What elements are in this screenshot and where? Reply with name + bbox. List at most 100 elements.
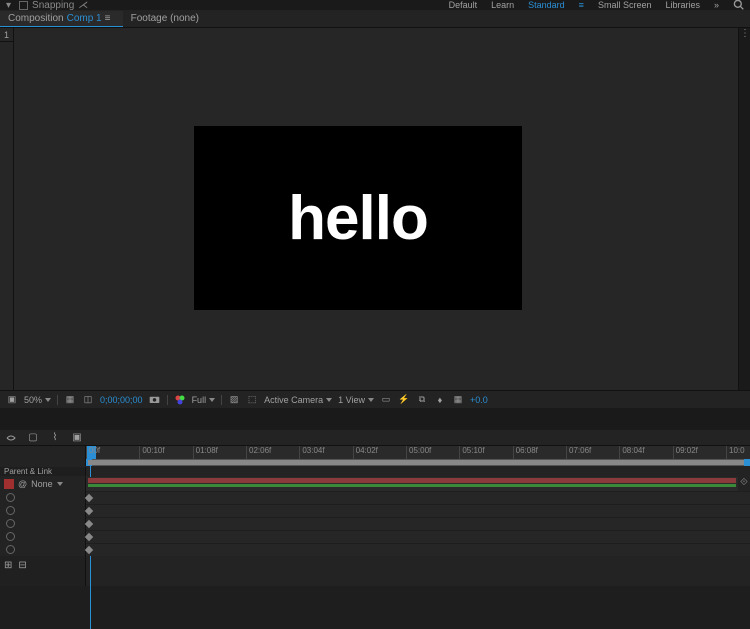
prop-track-3[interactable] <box>86 517 750 530</box>
prop-row-2[interactable] <box>0 504 86 517</box>
camera-value: Active Camera <box>264 395 323 405</box>
parent-link-header: Parent & Link <box>0 467 86 476</box>
chevron-down-icon <box>57 482 63 486</box>
toggle-modes-icon[interactable]: ⊟ <box>18 560 26 582</box>
keyframe-marker[interactable] <box>85 533 93 541</box>
link-icon[interactable]: ⌇ <box>48 431 62 445</box>
layer-track[interactable] <box>86 477 738 491</box>
tab-composition[interactable]: Composition Comp 1 ≡ <box>0 11 123 27</box>
prop-row-4[interactable] <box>0 530 86 543</box>
stopwatch-icon[interactable] <box>6 519 15 528</box>
keyframe-marker[interactable] <box>85 507 93 515</box>
prop-row-3[interactable] <box>0 517 86 530</box>
ruler-tick: 01:08f <box>193 446 218 459</box>
workarea-range[interactable] <box>88 460 748 465</box>
composition-viewer[interactable]: hello <box>14 28 738 390</box>
layer-parent-cell[interactable]: @ None <box>0 477 86 491</box>
layer-duration-bar[interactable] <box>88 478 736 483</box>
keyframe-marker[interactable] <box>85 520 93 528</box>
exposure-value[interactable]: +0.0 <box>470 395 488 405</box>
resolution-value: Full <box>192 395 207 405</box>
render-icon[interactable]: ▦ <box>452 394 464 406</box>
tab-comp-name: Comp 1 <box>67 13 102 24</box>
prop-track-4[interactable] <box>86 530 750 543</box>
prop-track-1[interactable] <box>86 491 750 504</box>
prop-row-5[interactable] <box>0 543 86 556</box>
workarea-bar[interactable] <box>86 459 750 466</box>
workarea-left <box>0 459 86 466</box>
tab-menu-icon[interactable]: ≡ <box>105 13 115 24</box>
channel-icon[interactable] <box>174 394 186 406</box>
snap-icon[interactable]: ⟐ <box>738 477 750 491</box>
guides-icon[interactable]: ◫ <box>82 394 94 406</box>
ruler-tick: 02:06f <box>246 446 271 459</box>
stopwatch-icon[interactable] <box>6 506 15 515</box>
layer-color-chip[interactable] <box>4 479 14 489</box>
fast-preview-icon[interactable]: ⚡ <box>398 394 410 406</box>
workspace-learn[interactable]: Learn <box>491 0 514 10</box>
workspace-standard-menu-icon[interactable]: ≡ <box>579 0 584 10</box>
parent-value[interactable]: None <box>31 479 53 489</box>
prop-row-1[interactable] <box>0 491 86 504</box>
stopwatch-icon[interactable] <box>6 545 15 554</box>
prop-track-5[interactable] <box>86 543 750 556</box>
workspace-default[interactable]: Default <box>449 0 478 10</box>
viewer-controls-bar: ▣ 50% ▦ ◫ 0;00;00;00 Full ▨ ⬚ Active Cam… <box>0 390 750 408</box>
camera-dropdown[interactable]: Active Camera <box>264 395 332 405</box>
pickwhip-icon[interactable]: @ <box>18 479 27 489</box>
toggle-switches-icon[interactable]: ⊞ <box>4 560 12 582</box>
viewer-left-ruler: 1 <box>0 28 14 390</box>
timeline-icon[interactable]: ⧉ <box>416 394 428 406</box>
canvas-text-layer[interactable]: hello <box>288 183 428 254</box>
keyframe-marker[interactable] <box>85 494 93 502</box>
shy-icon[interactable] <box>4 431 18 445</box>
snapping-toggle[interactable]: Snapping ⋌ <box>19 0 88 11</box>
search-icon[interactable] <box>733 0 744 12</box>
zoom-value: 50% <box>24 395 42 405</box>
always-preview-icon[interactable]: ▣ <box>6 394 18 406</box>
right-panel-collapse-icon[interactable]: ⋮ <box>739 28 750 39</box>
stopwatch-icon[interactable] <box>6 532 15 541</box>
panel-divider[interactable] <box>0 408 750 430</box>
views-value: 1 View <box>338 395 365 405</box>
pixel-aspect-icon[interactable]: ▭ <box>380 394 392 406</box>
snapping-options-icon[interactable]: ⋌ <box>78 0 88 11</box>
composition-canvas[interactable]: hello <box>194 126 522 310</box>
label-icon[interactable]: ▢ <box>26 431 40 445</box>
workspace-overflow-icon[interactable]: » <box>714 0 719 10</box>
timeline-ruler[interactable]: 00f00:10f01:08f02:06f03:04f04:02f05:00f0… <box>86 446 750 459</box>
current-time[interactable]: 0;00;00;00 <box>100 395 143 405</box>
transparency-grid-icon[interactable]: ▨ <box>228 394 240 406</box>
tab-composition-label: Composition <box>8 13 64 24</box>
ruler-tick: 00:10f <box>139 446 164 459</box>
views-dropdown[interactable]: 1 View <box>338 395 374 405</box>
workarea-end-handle[interactable] <box>744 459 750 466</box>
tab-footage[interactable]: Footage (none) <box>123 11 207 26</box>
box-icon[interactable]: ▣ <box>70 431 84 445</box>
stopwatch-icon[interactable] <box>6 493 15 502</box>
ruler-tick: 05:00f <box>406 446 431 459</box>
app-menu-icon[interactable]: ▾ <box>6 0 11 11</box>
keyframe-marker[interactable] <box>85 546 93 554</box>
ruler-tick: 07:06f <box>566 446 591 459</box>
flowchart-icon[interactable]: ♦ <box>434 394 446 406</box>
timeline-navigator[interactable] <box>86 556 750 586</box>
resolution-dropdown[interactable]: Full <box>192 395 216 405</box>
grid-icon[interactable]: ▦ <box>64 394 76 406</box>
tab-footage-label: Footage (none) <box>131 13 199 24</box>
zoom-dropdown[interactable]: 50% <box>24 395 51 405</box>
snapshot-icon[interactable] <box>149 394 161 406</box>
timeline-bottom-controls: ⊞ ⊟ <box>0 556 86 586</box>
mask-path-icon[interactable]: ⬚ <box>246 394 258 406</box>
timeline-left-header <box>0 446 86 459</box>
prop-track-2[interactable] <box>86 504 750 517</box>
workspace-libraries[interactable]: Libraries <box>665 0 700 10</box>
workspace-smallscreen[interactable]: Small Screen <box>598 0 652 10</box>
ruler-tick: 09:02f <box>673 446 698 459</box>
chevron-down-icon <box>45 398 51 402</box>
ruler-tick: 05:10f <box>459 446 484 459</box>
checkbox-icon <box>19 1 28 10</box>
workspace-standard[interactable]: Standard <box>528 0 565 10</box>
chevron-down-icon <box>209 398 215 402</box>
ruler-tick: 04:02f <box>353 446 378 459</box>
